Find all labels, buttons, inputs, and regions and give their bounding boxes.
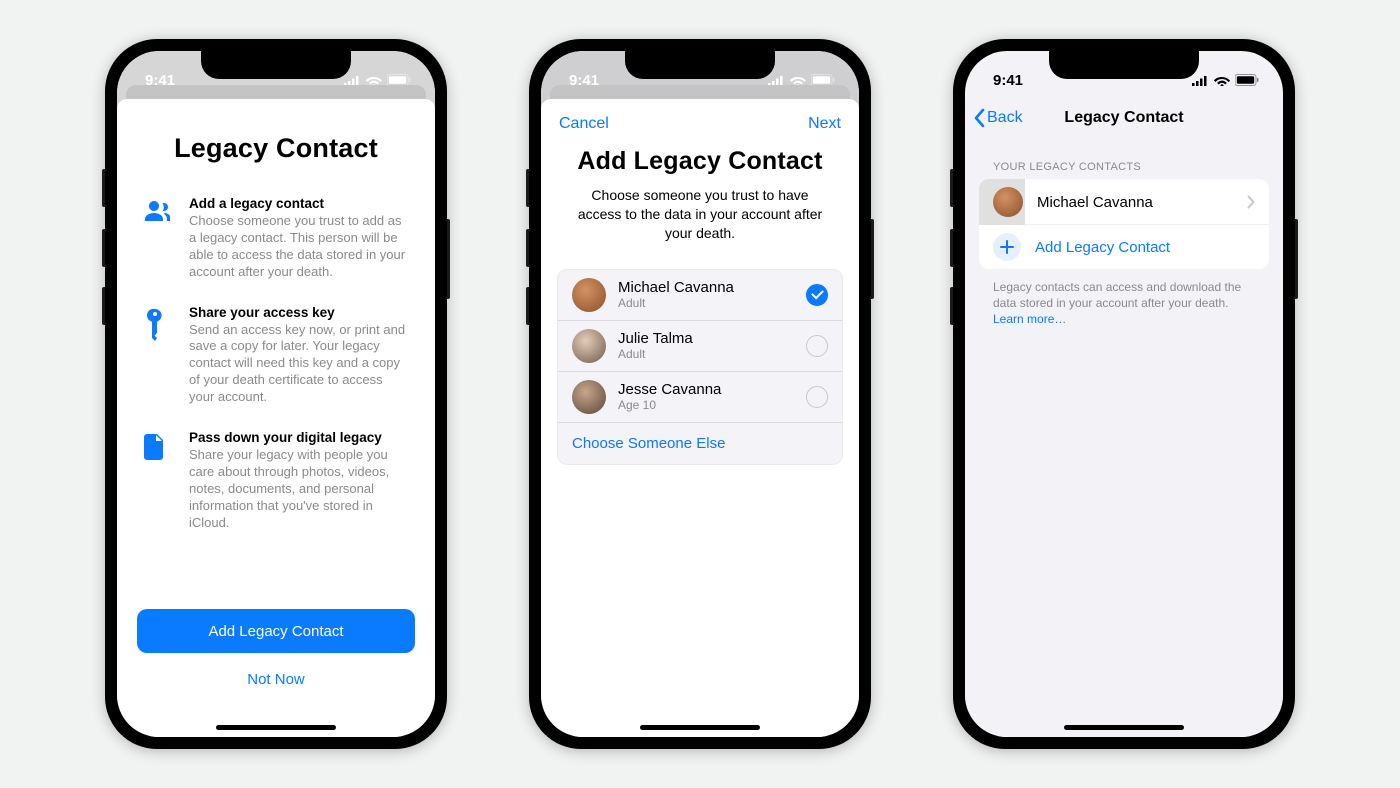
contact-name: Julie Talma (618, 330, 794, 347)
next-button[interactable]: Next (808, 115, 841, 133)
feature-access-key: Share your access key Send an access key… (137, 305, 407, 406)
contact-info: Julie Talma Adult (618, 330, 794, 361)
not-now-button[interactable]: Not Now (137, 657, 415, 701)
radio-unselected-icon[interactable] (806, 335, 828, 357)
footer-body: Legacy contacts can access and download … (993, 280, 1241, 310)
contact-sub: Adult (618, 296, 794, 310)
wifi-icon (790, 75, 806, 86)
feature-heading: Add a legacy contact (189, 196, 407, 211)
contact-info: Michael Cavanna Adult (618, 279, 794, 310)
sheet-drag-bar (126, 85, 426, 99)
learn-more-link[interactable]: Learn more… (993, 312, 1066, 326)
page-title: Add Legacy Contact (557, 147, 843, 176)
page-subtitle: Choose someone you trust to have access … (557, 186, 843, 243)
section-footer: Legacy contacts can access and download … (979, 269, 1269, 328)
contact-row-michael[interactable]: Michael Cavanna Adult (558, 270, 842, 321)
contact-info: Jesse Cavanna Age 10 (618, 381, 794, 412)
status-icons (1192, 74, 1259, 86)
screen-3: 9:41 Back Legacy Contact YOUR LEGACY CON… (965, 51, 1283, 737)
home-indicator[interactable] (640, 725, 760, 730)
phone-frame-1: 9:41 Legacy Contact Add a legacy contact… (105, 39, 447, 749)
feature-text: Share your access key Send an access key… (189, 305, 407, 406)
navbar: Cancel Next (557, 109, 843, 143)
cancel-button[interactable]: Cancel (559, 115, 609, 133)
battery-icon (1235, 74, 1259, 86)
cellular-icon (344, 75, 361, 86)
feature-body: Send an access key now, or print and sav… (189, 322, 407, 406)
home-indicator[interactable] (1064, 725, 1184, 730)
document-icon (137, 430, 173, 531)
chevron-left-icon (973, 108, 985, 128)
add-legacy-contact-row[interactable]: Add Legacy Contact (979, 225, 1269, 269)
sheet-drag-bar (550, 85, 850, 99)
contact-sub: Age 10 (618, 398, 794, 412)
contact-row-julie[interactable]: Julie Talma Adult (558, 321, 842, 372)
back-button[interactable]: Back (965, 108, 1023, 128)
radio-selected-icon[interactable] (806, 284, 828, 306)
feature-text: Pass down your digital legacy Share your… (189, 430, 407, 531)
feature-digital-legacy: Pass down your digital legacy Share your… (137, 430, 407, 531)
add-legacy-contact-button[interactable]: Add Legacy Contact (137, 609, 415, 653)
cellular-icon (1192, 75, 1209, 86)
legacy-contact-row[interactable]: Michael Cavanna (979, 179, 1269, 225)
wifi-icon (366, 75, 382, 86)
back-label: Back (987, 109, 1023, 127)
home-indicator[interactable] (216, 725, 336, 730)
section-header: YOUR LEGACY CONTACTS (993, 161, 1255, 173)
cellular-icon (768, 75, 785, 86)
nav-bar: Back Legacy Contact (965, 97, 1283, 139)
avatar (993, 187, 1023, 217)
feature-text: Add a legacy contact Choose someone you … (189, 196, 407, 281)
feature-heading: Pass down your digital legacy (189, 430, 407, 445)
choose-someone-else-button[interactable]: Choose Someone Else (558, 423, 842, 464)
intro-sheet: Legacy Contact Add a legacy contact Choo… (117, 99, 435, 737)
settings-body: YOUR LEGACY CONTACTS Michael Cavanna Add… (965, 139, 1283, 737)
contact-name: Michael Cavanna (618, 279, 794, 296)
contact-row-jesse[interactable]: Jesse Cavanna Age 10 (558, 372, 842, 423)
wifi-icon (1214, 75, 1230, 86)
nav-title: Legacy Contact (1064, 109, 1183, 127)
notch (1049, 51, 1199, 79)
status-time: 9:41 (993, 72, 1023, 89)
avatar (572, 380, 606, 414)
avatar (572, 329, 606, 363)
legacy-contacts-group: Michael Cavanna Add Legacy Contact (979, 179, 1269, 269)
phone-frame-2: 9:41 Cancel Next Add Legacy Contact Choo… (529, 39, 871, 749)
add-label: Add Legacy Contact (1035, 239, 1255, 256)
notch (201, 51, 351, 79)
feature-body: Choose someone you trust to add as a leg… (189, 213, 407, 281)
feature-heading: Share your access key (189, 305, 407, 320)
plus-icon (993, 233, 1021, 261)
contact-picker: Michael Cavanna Adult Julie Talma Adult (557, 269, 843, 465)
key-icon (137, 305, 173, 406)
contact-name: Michael Cavanna (1037, 194, 1233, 211)
notch (625, 51, 775, 79)
people-icon (137, 196, 173, 281)
feature-add-contact: Add a legacy contact Choose someone you … (137, 196, 407, 281)
phone-frame-3: 9:41 Back Legacy Contact YOUR LEGACY CON… (953, 39, 1295, 749)
radio-unselected-icon[interactable] (806, 386, 828, 408)
screen-1: 9:41 Legacy Contact Add a legacy contact… (117, 51, 435, 737)
feature-body: Share your legacy with people you care a… (189, 447, 407, 531)
screen-2: 9:41 Cancel Next Add Legacy Contact Choo… (541, 51, 859, 737)
avatar (572, 278, 606, 312)
page-title: Legacy Contact (137, 133, 415, 164)
contact-sub: Adult (618, 347, 794, 361)
add-contact-sheet: Cancel Next Add Legacy Contact Choose so… (541, 99, 859, 737)
chevron-right-icon (1247, 195, 1255, 209)
contact-name: Jesse Cavanna (618, 381, 794, 398)
